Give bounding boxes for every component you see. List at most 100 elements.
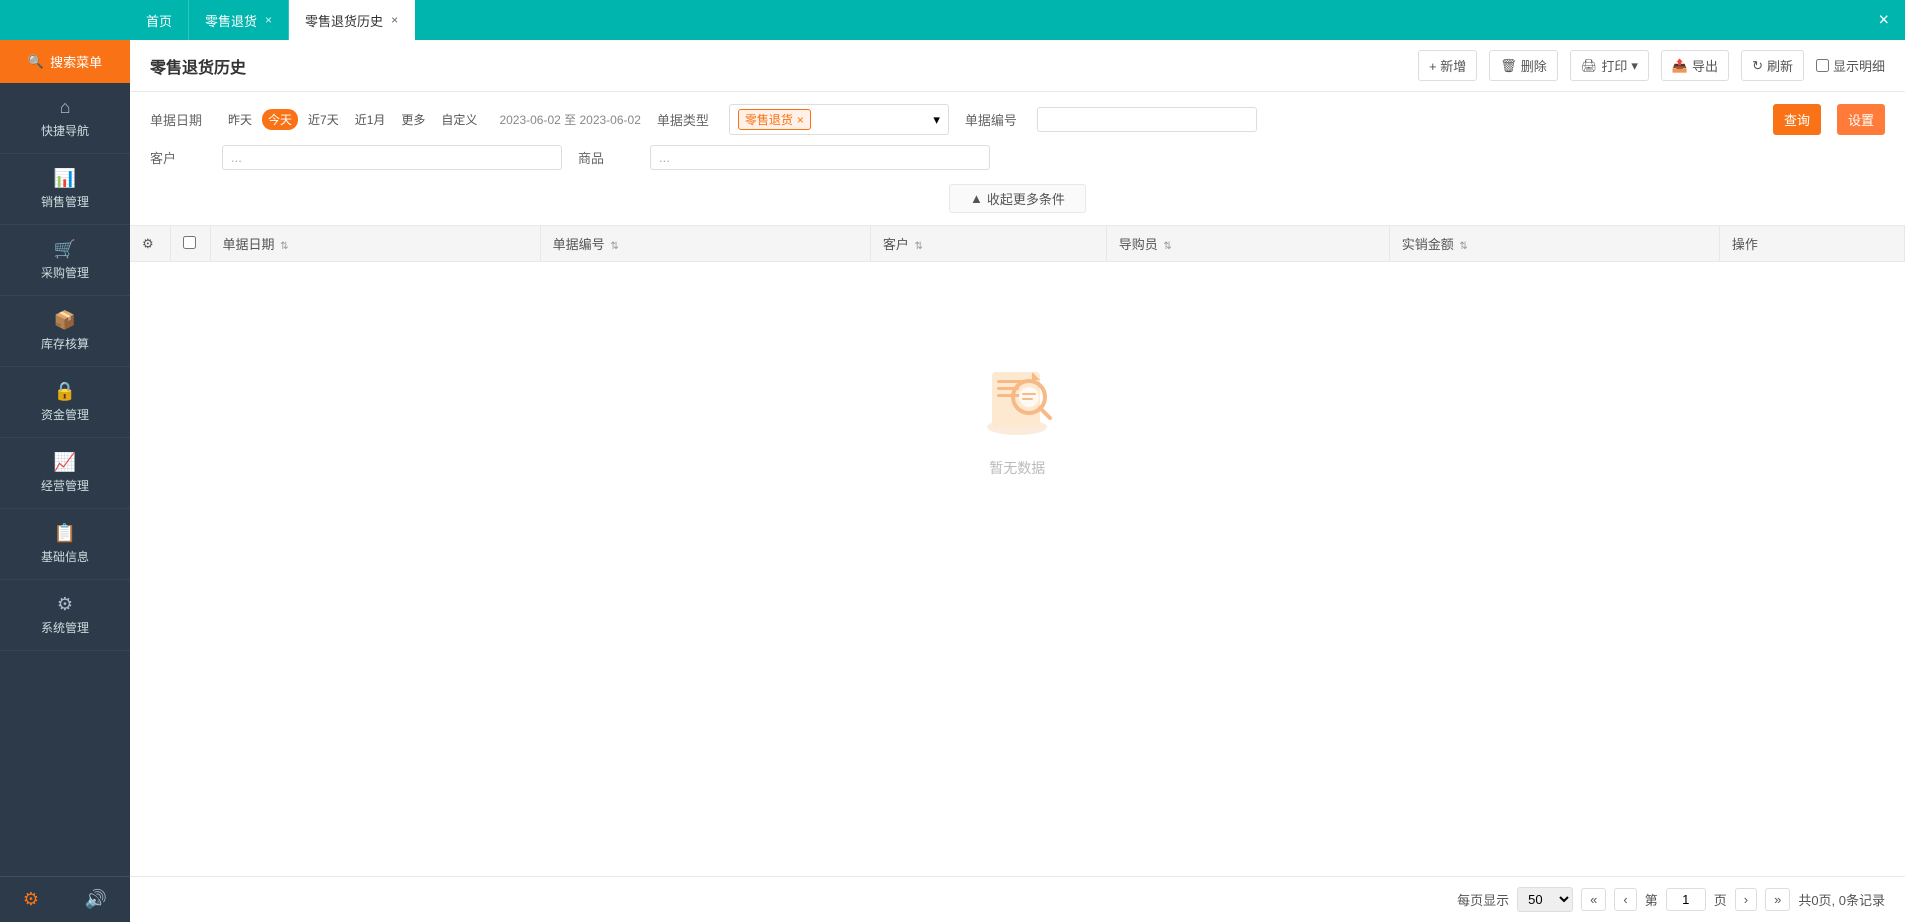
data-table: ⚙ 单据日期 ⇅ 单据编号 ⇅ xyxy=(130,226,1905,558)
doc-type-select[interactable]: 零售退货 × ▾ xyxy=(729,104,949,135)
export-button[interactable]: 📤 导出 xyxy=(1661,50,1729,81)
doc-number-label: 单据编号 xyxy=(965,110,1021,129)
total-label: 共0页, 0条记录 xyxy=(1798,890,1885,909)
th-amount[interactable]: 实销金额 ⇅ xyxy=(1389,226,1719,262)
tab-home-label: 首页 xyxy=(146,11,172,30)
amount-sort-icon[interactable]: ⇅ xyxy=(1459,241,1467,252)
shortcut-today[interactable]: 今天 xyxy=(262,109,298,130)
sidebar-item-quick-nav[interactable]: ⌂ 快捷导航 xyxy=(0,83,130,154)
purchase-icon: 🛒 xyxy=(54,239,76,260)
next-page-button[interactable]: › xyxy=(1735,888,1757,911)
prev-page-button[interactable]: ‹ xyxy=(1614,888,1636,911)
doc-type-tag: 零售退货 × xyxy=(738,109,811,130)
collapse-filter-button[interactable]: ▲ 收起更多条件 xyxy=(949,184,1086,213)
print-button[interactable]: 🖨 打印 ▾ xyxy=(1570,50,1649,81)
th-customer[interactable]: 客户 ⇅ xyxy=(870,226,1106,262)
shortcut-last7days[interactable]: 近7天 xyxy=(302,109,345,130)
tab-retail-return-history-close[interactable]: × xyxy=(391,13,398,27)
page-number-input[interactable] xyxy=(1666,888,1706,911)
select-all-checkbox[interactable] xyxy=(183,236,196,249)
refresh-label: 刷新 xyxy=(1767,56,1793,75)
sidebar-item-inventory[interactable]: 📦 库存核算 xyxy=(0,296,130,367)
customer-sort-icon[interactable]: ⇅ xyxy=(914,241,922,252)
customer-select[interactable]: ... xyxy=(222,145,562,170)
empty-text: 暂无数据 xyxy=(989,458,1045,478)
guide-sort-icon[interactable]: ⇅ xyxy=(1163,241,1171,252)
th-doc-number[interactable]: 单据编号 ⇅ xyxy=(540,226,870,262)
th-action-label: 操作 xyxy=(1732,237,1758,252)
page-title: 零售退货历史 xyxy=(150,54,246,78)
th-guide[interactable]: 导购员 ⇅ xyxy=(1106,226,1389,262)
print-label: 打印 xyxy=(1601,56,1627,75)
th-customer-label: 客户 xyxy=(883,237,909,252)
shortcut-yesterday[interactable]: 昨天 xyxy=(222,109,258,130)
window-close-button[interactable]: × xyxy=(1878,10,1889,31)
doc-type-remove[interactable]: × xyxy=(797,113,804,127)
speaker-icon[interactable]: 🔊 xyxy=(85,889,107,910)
customer-label: 客户 xyxy=(150,148,206,167)
th-guide-label: 导购员 xyxy=(1119,237,1158,252)
refresh-button[interactable]: ↻ 刷新 xyxy=(1741,50,1804,81)
header-actions: + 新增 🗑 删除 🖨 打印 ▾ 📤 导出 ↻ 刷新 xyxy=(1418,50,1885,81)
shortcut-custom[interactable]: 自定义 xyxy=(435,109,483,130)
shortcut-more[interactable]: 更多 xyxy=(395,109,431,130)
page-unit: 页 xyxy=(1714,890,1727,909)
show-detail-toggle[interactable]: 显示明细 xyxy=(1816,56,1885,75)
doc-type-value: 零售退货 xyxy=(745,111,793,128)
empty-state: 暂无数据 xyxy=(130,262,1905,558)
sidebar-item-finance-label: 资金管理 xyxy=(41,406,89,423)
sales-icon: 📊 xyxy=(54,168,76,189)
sidebar-item-basic-info[interactable]: 📋 基础信息 xyxy=(0,509,130,580)
th-settings[interactable]: ⚙ xyxy=(130,226,170,262)
tab-home[interactable]: 首页 xyxy=(130,0,189,40)
sidebar-item-operations[interactable]: 📈 经营管理 xyxy=(0,438,130,509)
inventory-icon: 📦 xyxy=(54,310,76,331)
show-detail-label: 显示明细 xyxy=(1833,56,1885,75)
empty-icon xyxy=(967,342,1067,442)
tab-retail-return-history[interactable]: 零售退货历史 × xyxy=(289,0,415,40)
sidebar-item-purchase-mgmt-label: 采购管理 xyxy=(41,264,89,281)
page-size-select[interactable]: 10 20 50 100 xyxy=(1517,887,1573,912)
sidebar-item-inventory-label: 库存核算 xyxy=(41,335,89,352)
finance-icon: 🔒 xyxy=(54,381,76,402)
filter-row-1: 单据日期 昨天 今天 近7天 近1月 更多 自定义 2023-06-02 至 2… xyxy=(150,104,1885,135)
new-button[interactable]: + 新增 xyxy=(1418,50,1477,81)
sidebar-item-system-mgmt-label: 系统管理 xyxy=(41,619,89,636)
doc-number-input[interactable] xyxy=(1037,107,1257,132)
delete-button[interactable]: 🗑 删除 xyxy=(1489,50,1558,81)
th-action: 操作 xyxy=(1719,226,1904,262)
export-icon: 📤 xyxy=(1672,58,1688,74)
th-doc-date[interactable]: 单据日期 ⇅ xyxy=(210,226,540,262)
settings-bottom-icon[interactable]: ⚙ xyxy=(23,889,39,910)
pagination-bar: 每页显示 10 20 50 100 « ‹ 第 页 › » 共0页, 0条记录 xyxy=(130,876,1905,922)
sidebar-item-basic-info-label: 基础信息 xyxy=(41,548,89,565)
sidebar-item-sales-mgmt[interactable]: 📊 销售管理 xyxy=(0,154,130,225)
search-icon: 🔍 xyxy=(28,54,44,70)
settings-button[interactable]: 设置 xyxy=(1837,104,1885,135)
th-checkbox xyxy=(170,226,210,262)
show-detail-checkbox[interactable] xyxy=(1816,59,1829,72)
sidebar-item-system-mgmt[interactable]: ⚙ 系统管理 xyxy=(0,580,130,651)
page-size-label: 每页显示 xyxy=(1457,890,1509,909)
shortcut-last1month[interactable]: 近1月 xyxy=(349,109,392,130)
tab-retail-return-close[interactable]: × xyxy=(265,13,272,27)
main-layout: 🔍 搜索菜单 ⌂ 快捷导航 📊 销售管理 🛒 采购管理 📦 库存核算 🔒 资金管… xyxy=(0,40,1905,922)
goods-label: 商品 xyxy=(578,148,634,167)
first-page-button[interactable]: « xyxy=(1581,888,1606,911)
tab-retail-return-history-label: 零售退货历史 xyxy=(305,11,383,30)
column-settings-icon[interactable]: ⚙ xyxy=(142,236,154,251)
query-button[interactable]: 查询 xyxy=(1773,104,1821,135)
empty-state-row: 暂无数据 xyxy=(130,262,1905,559)
goods-select[interactable]: ... xyxy=(650,145,990,170)
sidebar-item-purchase-mgmt[interactable]: 🛒 采购管理 xyxy=(0,225,130,296)
doc-type-label: 单据类型 xyxy=(657,110,713,129)
doc-date-sort-icon[interactable]: ⇅ xyxy=(280,241,288,252)
tab-retail-return[interactable]: 零售退货 × xyxy=(189,0,289,40)
table-container: ⚙ 单据日期 ⇅ 单据编号 ⇅ xyxy=(130,226,1905,876)
last-page-button[interactable]: » xyxy=(1765,888,1790,911)
sidebar-item-finance[interactable]: 🔒 资金管理 xyxy=(0,367,130,438)
sidebar-search-button[interactable]: 🔍 搜索菜单 xyxy=(0,40,130,83)
date-range-display: 2023-06-02 至 2023-06-02 xyxy=(499,111,640,128)
doc-number-sort-icon[interactable]: ⇅ xyxy=(610,241,618,252)
th-amount-label: 实销金额 xyxy=(1402,237,1454,252)
